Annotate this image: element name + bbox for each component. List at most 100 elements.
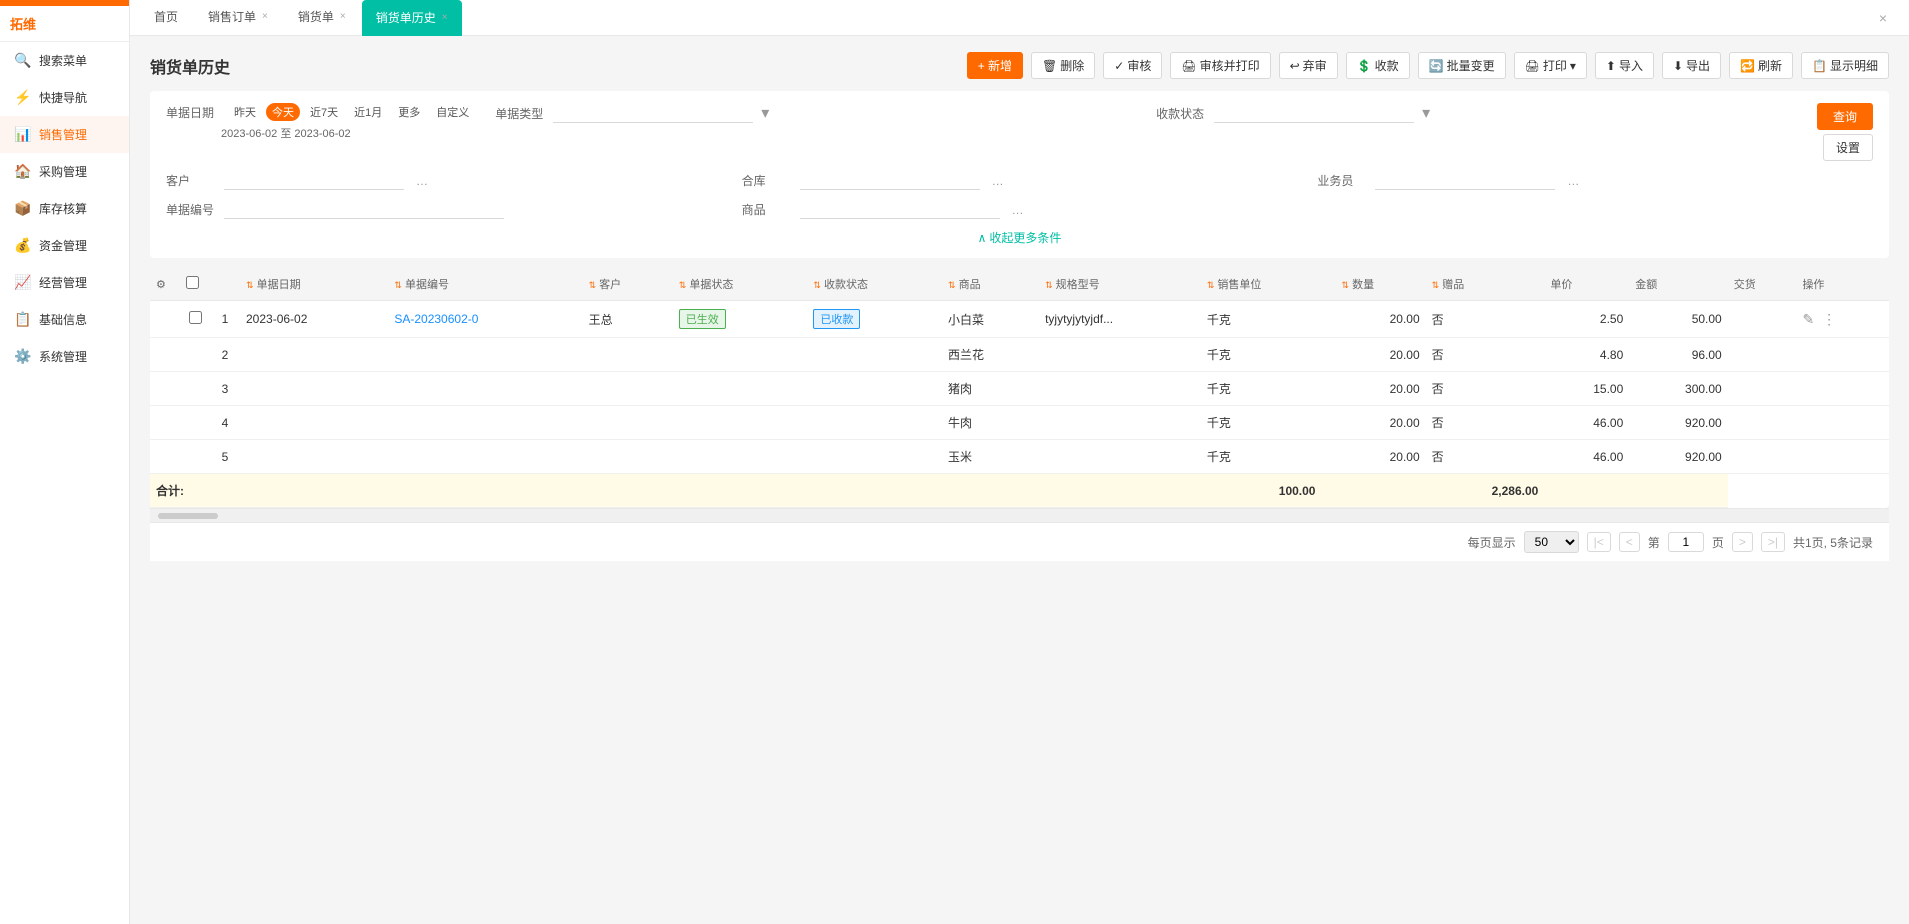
show-detail-button[interactable]: 📋 显示明细 [1801, 52, 1889, 79]
print-button[interactable]: 🖨 打印 ▾ [1514, 52, 1587, 79]
sidebar-logo: 拓维 [0, 6, 129, 42]
sidebar-item-inventory[interactable]: 📦 库存核算 [0, 190, 129, 227]
close-sales-order-icon[interactable]: × [262, 11, 268, 22]
spec-cell [1039, 338, 1201, 372]
date-tab-7days[interactable]: 近7天 [304, 103, 344, 121]
import-icon: ⬆ [1606, 59, 1616, 73]
goods-ellipsis[interactable]: … [1008, 203, 1028, 217]
sidebar-item-system[interactable]: ⚙️ 系统管理 [0, 338, 129, 375]
amount-cell: 920.00 [1629, 406, 1727, 440]
docno-cell[interactable] [388, 406, 582, 440]
date-tab-yesterday[interactable]: 昨天 [228, 103, 262, 121]
date-tab-today[interactable]: 今天 [266, 103, 300, 121]
export-button[interactable]: ⬇ 导出 [1662, 52, 1721, 79]
col-gift[interactable]: ⇅ 赠品 [1426, 268, 1545, 301]
sidebar-item-basics[interactable]: 📋 基础信息 [0, 301, 129, 338]
page-label: 第 [1648, 534, 1660, 551]
tab-sales-delivery[interactable]: 销货单 × [284, 0, 360, 36]
collapse-button[interactable]: ∧ 收起更多条件 [978, 229, 1062, 246]
date-tab-1month[interactable]: 近1月 [348, 103, 388, 121]
sidebar-item-sales[interactable]: 📊 销售管理 [0, 116, 129, 153]
salesperson-ellipsis[interactable]: … [1563, 174, 1583, 188]
docno-cell[interactable] [388, 440, 582, 474]
docstatus-cell [673, 338, 808, 372]
sort-docno-icon: ⇅ [394, 280, 402, 290]
page-input[interactable] [1668, 532, 1704, 552]
doc-num-input[interactable] [224, 200, 504, 219]
audit-print-button[interactable]: 🖨 审核并打印 [1170, 52, 1270, 79]
prev-page-button[interactable]: < [1619, 532, 1640, 552]
setting-button[interactable]: 设置 [1823, 134, 1873, 161]
sidebar-item-search[interactable]: 🔍 搜索菜单 [0, 42, 129, 79]
customer-ellipsis[interactable]: … [412, 174, 432, 188]
warehouse-ellipsis[interactable]: … [988, 174, 1008, 188]
collect-button[interactable]: 💲 收款 [1346, 52, 1410, 79]
sidebar-item-label: 搜索菜单 [39, 52, 87, 69]
abandon-button[interactable]: ↩ 弃审 [1279, 52, 1338, 79]
edit-icon[interactable]: ✎ [1802, 311, 1814, 328]
query-button[interactable]: 查询 [1817, 103, 1873, 130]
summary-spacer [1335, 474, 1425, 508]
refresh-button[interactable]: 🔁 刷新 [1729, 52, 1793, 79]
col-spec[interactable]: ⇅ 规格型号 [1039, 268, 1201, 301]
horizontal-scrollbar[interactable] [150, 508, 1889, 522]
col-check [180, 268, 210, 301]
close-sales-history-icon[interactable]: × [442, 12, 448, 23]
col-paystatus[interactable]: ⇅ 收款状态 [807, 268, 942, 301]
customer-label: 客户 [166, 172, 216, 189]
col-unit[interactable]: ⇅ 销售单位 [1201, 268, 1336, 301]
docno-cell[interactable] [388, 338, 582, 372]
audit-button[interactable]: ✓ 审核 [1103, 52, 1162, 79]
doc-type-label: 单据类型 [495, 105, 545, 122]
sidebar-item-quicknav[interactable]: ⚡ 快捷导航 [0, 79, 129, 116]
unit-cell: 千克 [1201, 406, 1336, 440]
per-page-select[interactable]: 50 100 [1524, 531, 1579, 553]
customer-input[interactable] [224, 171, 404, 190]
row-checkbox[interactable] [189, 311, 202, 324]
tab-sales-order[interactable]: 销售订单 × [194, 0, 282, 36]
select-all-checkbox[interactable] [186, 276, 199, 289]
goods-cell: 小白菜 [942, 301, 1039, 338]
col-docstatus[interactable]: ⇅ 单据状态 [673, 268, 808, 301]
data-table: ⚙ ⇅ 单据日期 ⇅ 单据编号 ⇅ 客户 ⇅ 单据状态 ⇅ 收款状态 ⇅ 商品 … [150, 268, 1889, 508]
tab-home[interactable]: 首页 [140, 0, 192, 36]
settings-cell [150, 301, 180, 338]
doc-no-link[interactable]: SA-20230602-0 [394, 312, 478, 326]
first-page-button[interactable]: |< [1587, 532, 1611, 552]
col-customer[interactable]: ⇅ 客户 [583, 268, 673, 301]
payment-status-select[interactable] [1214, 104, 1414, 123]
settings-cell [150, 406, 180, 440]
date-tab-more[interactable]: 更多 [392, 103, 426, 121]
salesperson-input[interactable] [1375, 171, 1555, 190]
col-goods[interactable]: ⇅ 商品 [942, 268, 1039, 301]
sidebar-item-purchase[interactable]: 🏠 采购管理 [0, 153, 129, 190]
tab-sales-history[interactable]: 销货单历史 × [362, 0, 462, 36]
table-row: 2 西兰花 千克 20.00 否 4.80 96.00 [150, 338, 1889, 372]
col-docno[interactable]: ⇅ 单据编号 [388, 268, 582, 301]
docno-cell[interactable]: SA-20230602-0 [388, 301, 582, 338]
import-button[interactable]: ⬆ 导入 [1595, 52, 1654, 79]
last-page-button[interactable]: >| [1761, 532, 1785, 552]
warehouse-input[interactable] [800, 171, 980, 190]
doc-type-select[interactable] [553, 104, 753, 123]
new-button[interactable]: + 新增 [967, 52, 1023, 79]
more-icon[interactable]: ⋮ [1822, 311, 1836, 328]
search-icon: 🔍 [15, 53, 31, 69]
docno-cell[interactable] [388, 372, 582, 406]
close-sales-delivery-icon[interactable]: × [340, 11, 346, 22]
col-date[interactable]: ⇅ 单据日期 [240, 268, 388, 301]
col-qty[interactable]: ⇅ 数量 [1335, 268, 1425, 301]
total-info: 共1页, 5条记录 [1793, 534, 1873, 551]
doc-num-label: 单据编号 [166, 201, 216, 218]
sidebar-item-label: 经营管理 [39, 274, 87, 291]
action-cell [1796, 338, 1889, 372]
date-tab-custom[interactable]: 自定义 [430, 103, 475, 121]
sidebar-item-operations[interactable]: 📈 经营管理 [0, 264, 129, 301]
sidebar-item-finance[interactable]: 💰 资金管理 [0, 227, 129, 264]
batch-change-button[interactable]: 🔄 批量变更 [1418, 52, 1506, 79]
col-settings[interactable]: ⚙ [150, 268, 180, 301]
window-close-button[interactable]: × [1867, 10, 1899, 26]
delete-button[interactable]: 🗑 删除 [1031, 52, 1095, 79]
goods-input[interactable] [800, 200, 1000, 219]
next-page-button[interactable]: > [1732, 532, 1753, 552]
